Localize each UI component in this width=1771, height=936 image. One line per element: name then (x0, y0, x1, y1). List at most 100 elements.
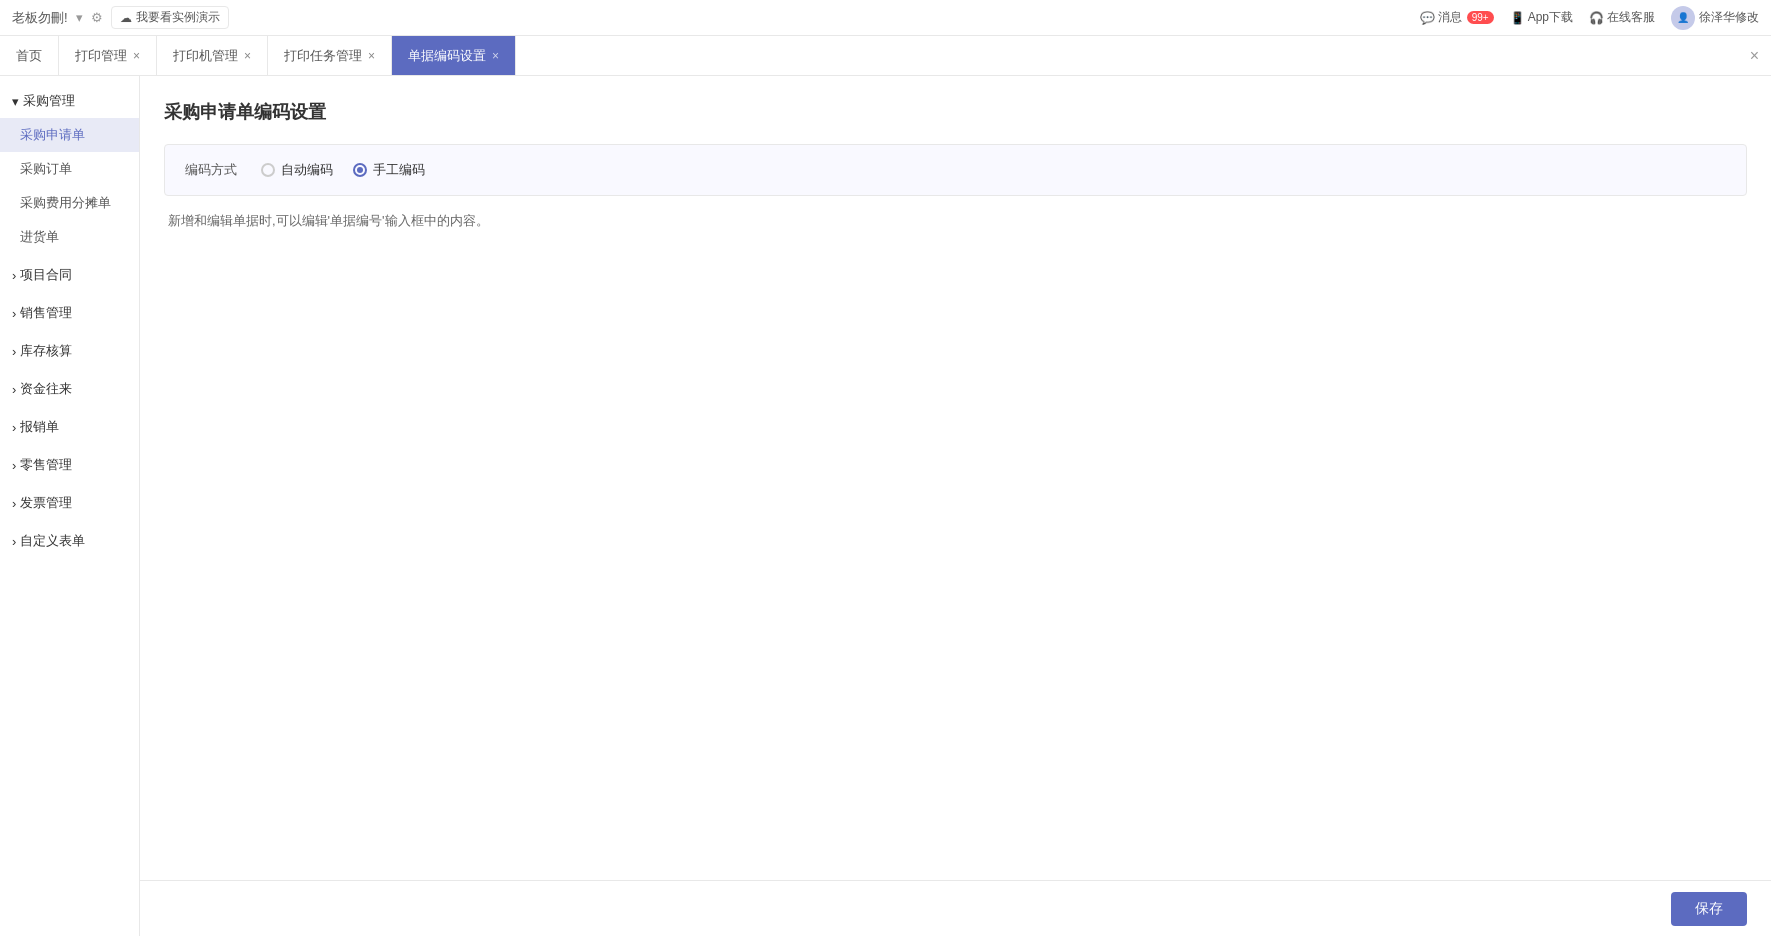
tab-close-all-btn[interactable]: × (1738, 36, 1771, 75)
tab-home[interactable]: 首页 (0, 36, 59, 75)
form-row-coding: 编码方式 自动编码 手工编码 (185, 161, 1726, 179)
hint-text: 新增和编辑单据时,可以编辑'单据编号'输入框中的内容。 (164, 212, 1747, 230)
tab-printer-management-label: 打印机管理 (173, 47, 238, 65)
sidebar-group-retail: › 零售管理 (0, 448, 139, 482)
sidebar-group-fund: › 资金往来 (0, 372, 139, 406)
sidebar-item-purchase-expense[interactable]: 采购费用分摊单 (0, 186, 139, 220)
user-info[interactable]: 👤 徐泽华修改 (1671, 6, 1759, 30)
tab-print-management-label: 打印管理 (75, 47, 127, 65)
sidebar-group-purchase: ▾ 采购管理 采购申请单 采购订单 采购费用分摊单 进货单 (0, 84, 139, 254)
sidebar-item-purchase-request-label: 采购申请单 (20, 127, 85, 142)
tab-print-task-label: 打印任务管理 (284, 47, 362, 65)
sidebar-group-purchase-title[interactable]: ▾ 采购管理 (0, 84, 139, 118)
sidebar-group-expense: › 报销单 (0, 410, 139, 444)
message-label: 消息 (1438, 9, 1462, 26)
app-download-label: App下载 (1528, 9, 1573, 26)
inventory-group-label: 库存核算 (20, 342, 72, 360)
expense-group-label: 报销单 (20, 418, 59, 436)
content-body: 采购申请单编码设置 编码方式 自动编码 手工编码 (140, 76, 1771, 880)
radio-auto-label: 自动编码 (281, 161, 333, 179)
sales-group-label: 销售管理 (20, 304, 72, 322)
message-btn[interactable]: 💬 消息 99+ (1420, 9, 1494, 26)
demo-button[interactable]: ☁ 我要看实例演示 (111, 6, 229, 29)
sidebar-group-invoice-title[interactable]: › 发票管理 (0, 486, 139, 520)
page-title: 采购申请单编码设置 (164, 100, 1747, 124)
inventory-arrow-icon: › (12, 344, 16, 359)
sidebar-item-purchase-stock[interactable]: 进货单 (0, 220, 139, 254)
demo-cloud-icon: ☁ (120, 11, 132, 25)
fund-group-label: 资金往来 (20, 380, 72, 398)
project-group-label: 项目合同 (20, 266, 72, 284)
radio-manual-circle (353, 163, 367, 177)
custom-group-label: 自定义表单 (20, 532, 85, 550)
radio-auto[interactable]: 自动编码 (261, 161, 333, 179)
tab-barcode-settings-label: 单据编码设置 (408, 47, 486, 65)
sidebar-group-inventory: › 库存核算 (0, 334, 139, 368)
tab-printer-management-close[interactable]: × (244, 49, 251, 63)
top-bar-left: 老板勿刪! ▾ ⚙ ☁ 我要看实例演示 (12, 6, 229, 29)
tab-print-management[interactable]: 打印管理 × (59, 36, 157, 75)
form-section: 编码方式 自动编码 手工编码 (164, 144, 1747, 196)
sidebar-item-purchase-order-label: 采购订单 (20, 161, 72, 176)
message-badge: 99+ (1467, 11, 1494, 24)
sidebar-item-purchase-order[interactable]: 采购订单 (0, 152, 139, 186)
radio-manual[interactable]: 手工编码 (353, 161, 425, 179)
avatar-icon: 👤 (1677, 12, 1689, 23)
invoice-arrow-icon: › (12, 496, 16, 511)
sidebar-group-fund-title[interactable]: › 资金往来 (0, 372, 139, 406)
sidebar-group-custom: › 自定义表单 (0, 524, 139, 558)
tab-printer-management[interactable]: 打印机管理 × (157, 36, 268, 75)
purchase-arrow-icon: ▾ (12, 94, 19, 109)
sidebar-group-sales-title[interactable]: › 销售管理 (0, 296, 139, 330)
app-download-btn[interactable]: 📱 App下载 (1510, 9, 1573, 26)
coding-label: 编码方式 (185, 161, 237, 179)
purchase-group-label: 采购管理 (23, 92, 75, 110)
sidebar-group-project: › 项目合同 (0, 258, 139, 292)
main-layout: ▾ 采购管理 采购申请单 采购订单 采购费用分摊单 进货单 › 项目合同 (0, 76, 1771, 936)
tab-print-management-close[interactable]: × (133, 49, 140, 63)
expense-arrow-icon: › (12, 420, 16, 435)
radio-auto-circle (261, 163, 275, 177)
sidebar-group-custom-title[interactable]: › 自定义表单 (0, 524, 139, 558)
sidebar: ▾ 采购管理 采购申请单 采购订单 采购费用分摊单 进货单 › 项目合同 (0, 76, 140, 936)
retail-arrow-icon: › (12, 458, 16, 473)
save-button[interactable]: 保存 (1671, 892, 1747, 926)
tab-barcode-settings[interactable]: 单据编码设置 × (392, 36, 516, 75)
sidebar-group-retail-title[interactable]: › 零售管理 (0, 448, 139, 482)
sidebar-item-purchase-request[interactable]: 采购申请单 (0, 118, 139, 152)
content-area: 采购申请单编码设置 编码方式 自动编码 手工编码 (140, 76, 1771, 936)
invoice-group-label: 发票管理 (20, 494, 72, 512)
message-icon: 💬 (1420, 11, 1435, 25)
sidebar-group-invoice: › 发票管理 (0, 486, 139, 520)
top-bar: 老板勿刪! ▾ ⚙ ☁ 我要看实例演示 💬 消息 99+ 📱 App下载 🎧 在… (0, 0, 1771, 36)
sidebar-item-purchase-expense-label: 采购费用分摊单 (20, 195, 111, 210)
online-service-label: 在线客服 (1607, 9, 1655, 26)
fund-arrow-icon: › (12, 382, 16, 397)
sidebar-item-purchase-stock-label: 进货单 (20, 229, 59, 244)
sidebar-group-sales: › 销售管理 (0, 296, 139, 330)
tab-barcode-settings-close[interactable]: × (492, 49, 499, 63)
top-bar-right: 💬 消息 99+ 📱 App下载 🎧 在线客服 👤 徐泽华修改 (1420, 6, 1759, 30)
sidebar-group-project-title[interactable]: › 项目合同 (0, 258, 139, 292)
tab-print-task-close[interactable]: × (368, 49, 375, 63)
project-arrow-icon: › (12, 268, 16, 283)
user-name: 徐泽华修改 (1699, 9, 1759, 26)
online-service-btn[interactable]: 🎧 在线客服 (1589, 9, 1655, 26)
custom-arrow-icon: › (12, 534, 16, 549)
demo-btn-label: 我要看实例演示 (136, 9, 220, 26)
tab-print-task[interactable]: 打印任务管理 × (268, 36, 392, 75)
sidebar-group-expense-title[interactable]: › 报销单 (0, 410, 139, 444)
radio-manual-label: 手工编码 (373, 161, 425, 179)
headset-icon: 🎧 (1589, 11, 1604, 25)
avatar: 👤 (1671, 6, 1695, 30)
content-footer: 保存 (140, 880, 1771, 936)
settings-icon[interactable]: ⚙ (91, 10, 103, 25)
retail-group-label: 零售管理 (20, 456, 72, 474)
app-download-icon: 📱 (1510, 11, 1525, 25)
app-title: 老板勿刪! (12, 9, 68, 27)
sales-arrow-icon: › (12, 306, 16, 321)
tab-home-label: 首页 (16, 47, 42, 65)
radio-group: 自动编码 手工编码 (261, 161, 425, 179)
dropdown-icon[interactable]: ▾ (76, 10, 83, 25)
sidebar-group-inventory-title[interactable]: › 库存核算 (0, 334, 139, 368)
